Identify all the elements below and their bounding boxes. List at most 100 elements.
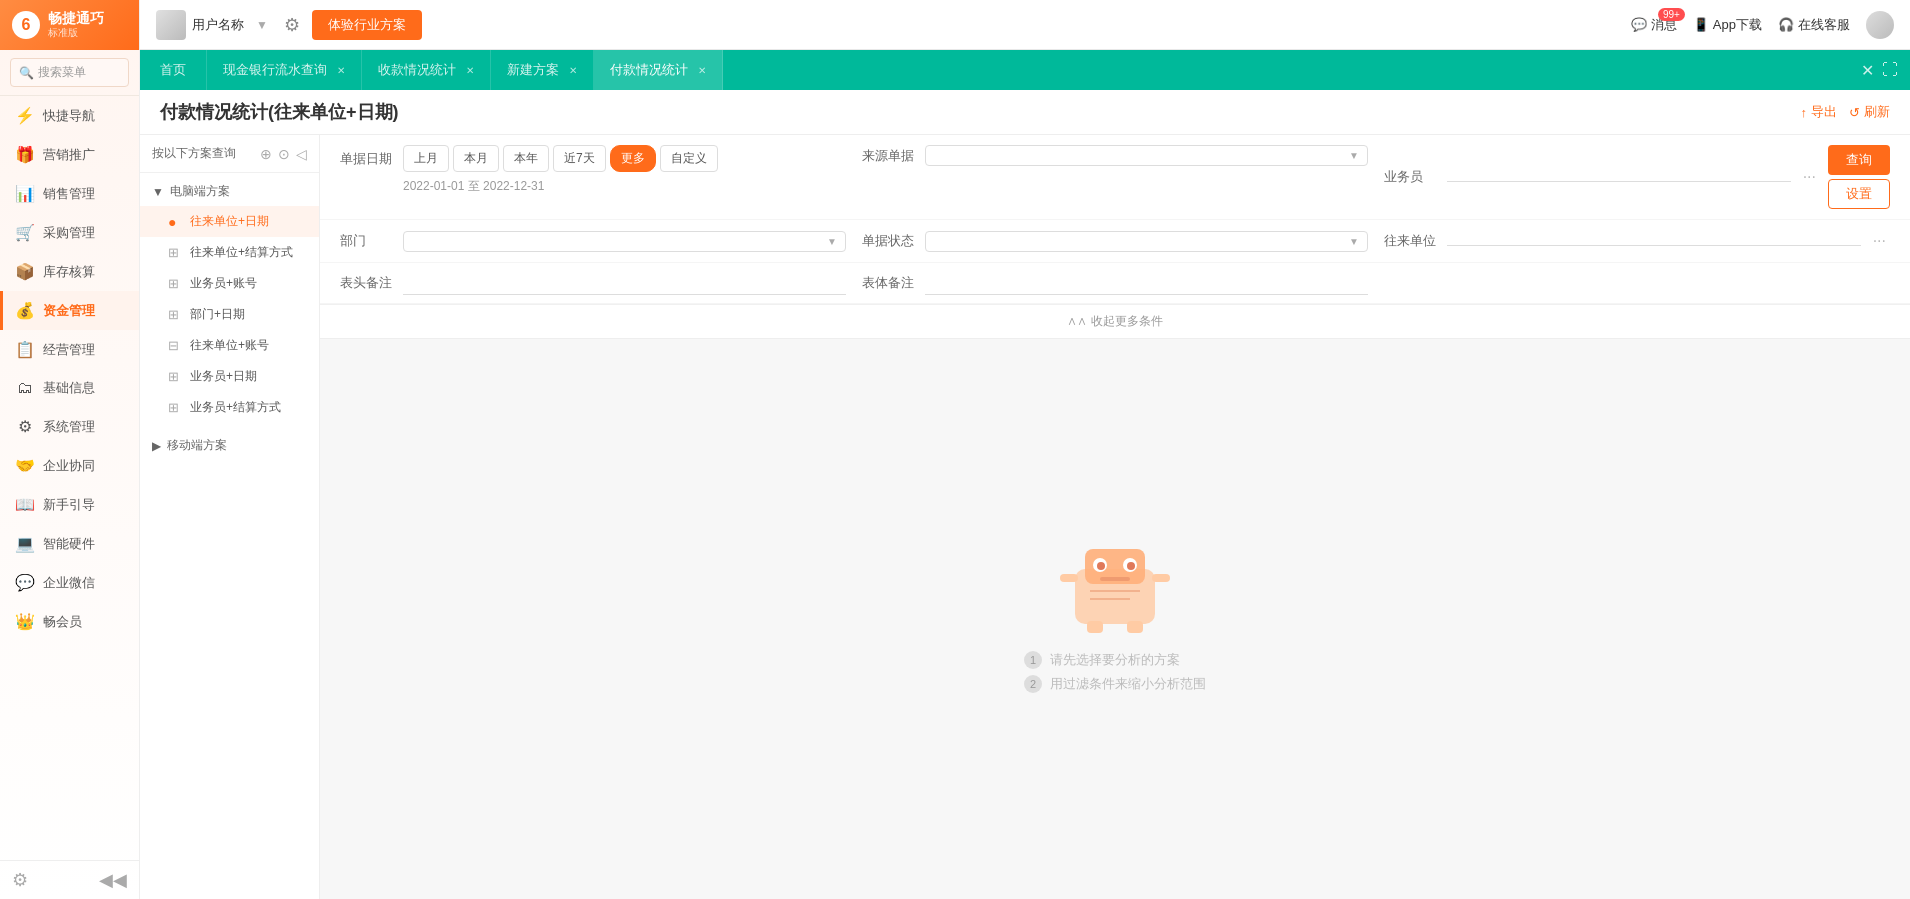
scheme-table-icon: ⊞ [168, 245, 184, 260]
scheme-item-label: 业务员+日期 [190, 368, 257, 385]
svg-rect-8 [1152, 574, 1170, 582]
tab-income-stats-close[interactable]: ✕ [466, 65, 474, 76]
tab-home[interactable]: 首页 [140, 50, 207, 90]
collab-icon: 🤝 [15, 456, 35, 475]
filter-body-note-col: 表体备注 [862, 271, 1368, 295]
scheme-active-icon: ● [168, 214, 184, 230]
sidebar-item-label: 营销推广 [43, 146, 95, 164]
date-btn-last-7days[interactable]: 近7天 [553, 145, 606, 172]
tab-new-scheme[interactable]: 新建方案 ✕ [491, 50, 594, 90]
export-btn[interactable]: ↑ 导出 [1801, 103, 1838, 121]
filter-row-1: 单据日期 上月 本月 本年 近7天 更多 自定义 [320, 135, 1910, 220]
sidebar-item-finance[interactable]: 💰 资金管理 [0, 291, 139, 330]
salesperson-more-icon[interactable]: ··· [1799, 164, 1820, 190]
quick-nav-icon: ⚡ [15, 106, 35, 125]
sidebar-item-inventory[interactable]: 📦 库存核算 [0, 252, 139, 291]
tab-maximize-icon[interactable]: ⛶ [1882, 61, 1898, 79]
settings-btn[interactable]: 设置 [1828, 179, 1890, 209]
user-avatar [156, 10, 186, 40]
scheme-item-salesperson-settle[interactable]: ⊞ 业务员+结算方式 [140, 392, 319, 423]
scheme-table-icon2: ⊞ [168, 276, 184, 291]
query-btn[interactable]: 查询 [1828, 145, 1890, 175]
scheme-item-salesperson-date[interactable]: ⊞ 业务员+日期 [140, 361, 319, 392]
date-btn-this-month[interactable]: 本月 [453, 145, 499, 172]
logo-icon: 6 [12, 11, 40, 39]
sidebar-item-guide[interactable]: 📖 新手引导 [0, 485, 139, 524]
scheme-item-dept-date[interactable]: ⊞ 部门+日期 [140, 299, 319, 330]
message-btn[interactable]: 💬 消息 99+ [1631, 16, 1677, 34]
sidebar-item-member[interactable]: 👑 畅会员 [0, 602, 139, 641]
date-btn-last-month[interactable]: 上月 [403, 145, 449, 172]
dept-label: 部门 [340, 232, 395, 250]
export-icon: ↑ [1801, 105, 1808, 120]
refresh-btn[interactable]: ↺ 刷新 [1849, 103, 1890, 121]
sidebar-item-hardware[interactable]: 💻 智能硬件 [0, 524, 139, 563]
empty-text-list: 1 请先选择要分析的方案 2 用过滤条件来缩小分析范围 [1024, 651, 1206, 699]
tab-income-stats-label: 收款情况统计 [378, 61, 456, 79]
svg-point-5 [1127, 562, 1135, 570]
topbar-settings-icon[interactable]: ⚙ [284, 14, 300, 36]
desktop-scheme-label: 电脑端方案 [170, 183, 230, 200]
dropdown-icon[interactable]: ▼ [256, 18, 268, 32]
sidebar-item-quick-nav[interactable]: ⚡ 快捷导航 [0, 96, 139, 135]
header-note-input[interactable] [403, 271, 846, 295]
dept-select[interactable]: ▼ [403, 231, 846, 252]
trial-btn[interactable]: 体验行业方案 [312, 10, 422, 40]
collapse-sidebar-icon[interactable]: ◀◀ [99, 869, 127, 891]
search-icon: 🔍 [19, 66, 34, 80]
empty-hint-2-text: 用过滤条件来缩小分析范围 [1050, 675, 1206, 693]
scheme-collapse-icon[interactable]: ◁ [296, 146, 307, 162]
search-menu-button[interactable]: 🔍 搜索菜单 [10, 58, 129, 87]
doc-status-label: 单据状态 [862, 232, 917, 250]
source-select[interactable]: ▼ [925, 145, 1368, 166]
scheme-icons: ⊕ ⊙ ◁ [260, 146, 307, 162]
sidebar-item-marketing[interactable]: 🎁 营销推广 [0, 135, 139, 174]
scheme-item-counterpart-date[interactable]: ● 往来单位+日期 [140, 206, 319, 237]
tab-payment-stats[interactable]: 付款情况统计 ✕ [594, 50, 723, 90]
sidebar-item-basic[interactable]: 🗂 基础信息 [0, 369, 139, 407]
doc-status-select[interactable]: ▼ [925, 231, 1368, 252]
content-body: 按以下方案查询 ⊕ ⊙ ◁ ▼ 电脑端方案 ● 往来单位+日期 [140, 135, 1910, 899]
sidebar-item-sales[interactable]: 📊 销售管理 [0, 174, 139, 213]
sidebar-item-system[interactable]: ⚙ 系统管理 [0, 407, 139, 446]
date-btn-more[interactable]: 更多 [610, 145, 656, 172]
source-select-arrow: ▼ [1349, 150, 1359, 161]
mobile-scheme-group-header[interactable]: ▶ 移动端方案 [140, 431, 319, 460]
date-btn-this-year[interactable]: 本年 [503, 145, 549, 172]
sidebar-item-operations[interactable]: 📋 经营管理 [0, 330, 139, 369]
dept-arrow-icon: ▼ [827, 236, 837, 247]
tab-new-scheme-close[interactable]: ✕ [569, 65, 577, 76]
desktop-scheme-group-header[interactable]: ▼ 电脑端方案 [140, 177, 319, 206]
svg-rect-10 [1127, 621, 1143, 633]
robot-svg [1055, 539, 1175, 639]
scheme-item-counterpart-settle[interactable]: ⊞ 往来单位+结算方式 [140, 237, 319, 268]
svg-rect-9 [1087, 621, 1103, 633]
tab-close-all-icon[interactable]: ✕ [1861, 61, 1874, 80]
tab-payment-stats-close[interactable]: ✕ [698, 65, 706, 76]
body-note-input[interactable] [925, 271, 1368, 295]
scheme-item-salesperson-account[interactable]: ⊞ 业务员+账号 [140, 268, 319, 299]
counterpart-more-icon[interactable]: ··· [1869, 228, 1890, 254]
app-download-btn[interactable]: 📱 App下载 [1693, 16, 1762, 34]
desktop-scheme-arrow-icon: ▼ [152, 185, 164, 199]
date-range-text: 2022-01-01 至 2022-12-31 [403, 178, 544, 195]
sidebar-item-weixin[interactable]: 💬 企业微信 [0, 563, 139, 602]
collapse-bar[interactable]: ∧∧ 收起更多条件 [320, 304, 1910, 338]
refresh-icon: ↺ [1849, 105, 1860, 120]
filter-counterpart-col: 往来单位 ··· [1384, 228, 1890, 254]
sidebar-item-label: 快捷导航 [43, 107, 95, 125]
settings-gear-icon[interactable]: ⚙ [12, 869, 28, 891]
sidebar-item-collab[interactable]: 🤝 企业协同 [0, 446, 139, 485]
online-service-btn[interactable]: 🎧 在线客服 [1778, 16, 1850, 34]
tab-income-stats[interactable]: 收款情况统计 ✕ [362, 50, 491, 90]
topbar-user-avatar[interactable] [1866, 11, 1894, 39]
sidebar-item-label: 企业协同 [43, 457, 95, 475]
scheme-settings-icon[interactable]: ⊙ [278, 146, 290, 162]
sidebar-item-purchase[interactable]: 🛒 采购管理 [0, 213, 139, 252]
scheme-item-counterpart-account[interactable]: ⊟ 往来单位+账号 [140, 330, 319, 361]
tab-bank-flow[interactable]: 现金银行流水查询 ✕ [207, 50, 362, 90]
purchase-icon: 🛒 [15, 223, 35, 242]
scheme-add-icon[interactable]: ⊕ [260, 146, 272, 162]
date-btn-custom[interactable]: 自定义 [660, 145, 718, 172]
tab-bank-flow-close[interactable]: ✕ [337, 65, 345, 76]
